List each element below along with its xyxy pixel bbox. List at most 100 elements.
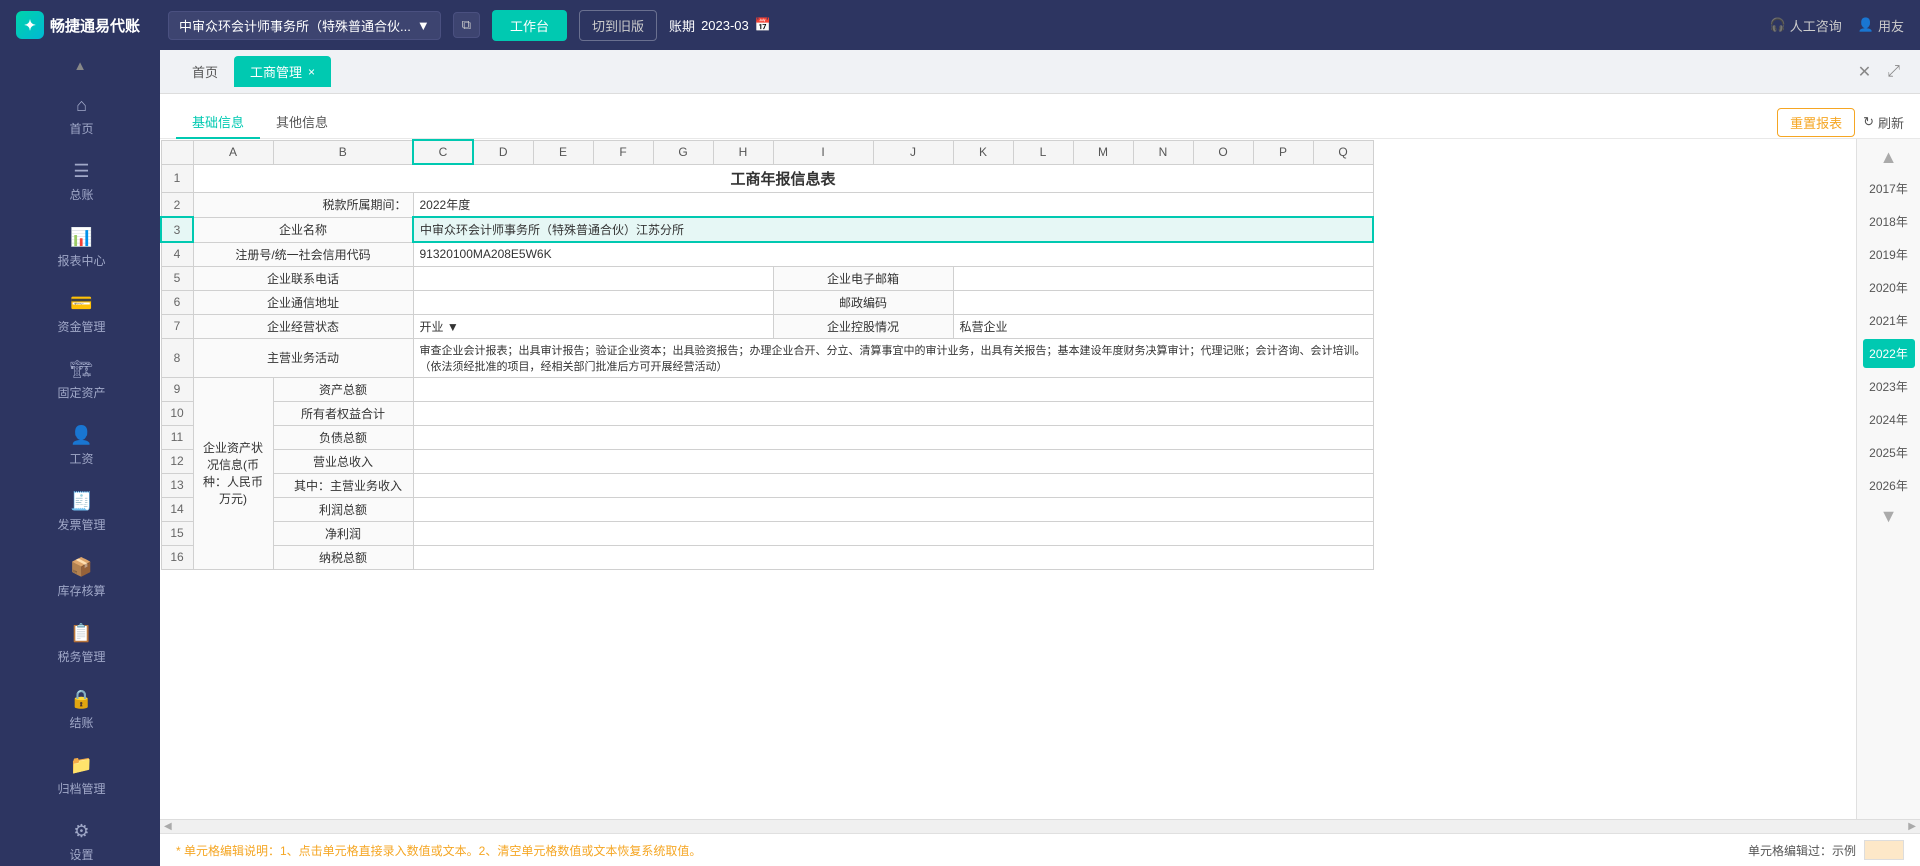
sidebar-item-report[interactable]: 📊 报表中心 — [0, 213, 160, 279]
col-header-D[interactable]: D — [473, 140, 533, 164]
col-header-M[interactable]: M — [1073, 140, 1133, 164]
reset-report-button[interactable]: 重置报表 — [1777, 108, 1855, 137]
col-header-num — [161, 140, 193, 164]
service-button[interactable]: 🎧 人工咨询 — [1770, 16, 1842, 35]
app-logo: ✦ 畅捷通易代账 — [16, 11, 156, 39]
service-label: 人工咨询 — [1790, 16, 1842, 35]
year-item-2022[interactable]: 2022年 — [1863, 339, 1915, 368]
spreadsheet-main[interactable]: A B C D E F G H I J K L — [160, 139, 1856, 819]
col-header-A[interactable]: A — [193, 140, 273, 164]
user-label: 用友 — [1878, 16, 1904, 35]
col-header-N[interactable]: N — [1133, 140, 1193, 164]
year-scroll-up[interactable]: ▲ — [1880, 143, 1898, 172]
topbar: ✦ 畅捷通易代账 中审众环会计师事务所（特殊普通合伙... ▼ ⧉ 工作台 切到… — [0, 0, 1920, 50]
sidebar-item-settings[interactable]: ⚙ 设置 — [0, 807, 160, 866]
period-label: 账期 — [669, 16, 695, 35]
year-scroll-down[interactable]: ▼ — [1880, 502, 1898, 531]
sidebar-item-payroll[interactable]: 👤 工资 — [0, 411, 160, 477]
tab-actions: ✕ ⤢ — [1854, 58, 1904, 86]
table-row: 11 负债总额 — [161, 425, 1373, 449]
content-area: 首页 工商管理 × ✕ ⤢ 基础信息 其他信息 重置报表 — [160, 50, 1920, 866]
col-header-H[interactable]: H — [713, 140, 773, 164]
col-header-G[interactable]: G — [653, 140, 713, 164]
sidebar-item-label: 固定资产 — [57, 384, 105, 401]
col-header-Q[interactable]: Q — [1313, 140, 1373, 164]
year-panel: ▲ 2017年 2018年 2019年 2020年 2021年 2022年 20… — [1856, 139, 1920, 819]
hscroll-bar[interactable]: ◀ ▶ — [160, 819, 1920, 833]
tax-icon: 📋 — [70, 623, 92, 644]
table-row: 9 企业资产状况信息(币种：人民币万元) 资产总额 — [161, 377, 1373, 401]
sidebar-item-home[interactable]: ⌂ 首页 — [0, 81, 160, 147]
year-item-2025[interactable]: 2025年 — [1863, 438, 1915, 467]
old-version-button[interactable]: 切到旧版 — [579, 10, 657, 41]
col-header-I[interactable]: I — [773, 140, 873, 164]
calendar-icon[interactable]: 📅 — [755, 17, 771, 33]
tab-basic-info[interactable]: 基础信息 — [176, 106, 260, 139]
col-header-P[interactable]: P — [1253, 140, 1313, 164]
sidebar-item-invoice[interactable]: 🧾 发票管理 — [0, 477, 160, 543]
period-value: 2023-03 — [701, 18, 749, 33]
sidebar-item-tax[interactable]: 📋 税务管理 — [0, 609, 160, 675]
table-row: 4 注册号/统一社会信用代码 91320100MA208E5W6K — [161, 242, 1373, 266]
sidebar-item-label: 首页 — [69, 120, 93, 137]
chevron-down-icon: ▼ — [417, 18, 430, 33]
sidebar-item-inventory[interactable]: 📦 库存核算 — [0, 543, 160, 609]
year-item-2024[interactable]: 2024年 — [1863, 405, 1915, 434]
subtab-bar: 基础信息 其他信息 重置报表 ↻ 刷新 — [160, 94, 1920, 139]
year-item-2019[interactable]: 2019年 — [1863, 240, 1915, 269]
col-header-C[interactable]: C — [413, 140, 473, 164]
year-item-2021[interactable]: 2021年 — [1863, 306, 1915, 335]
sidebar-item-label: 工资 — [69, 450, 93, 467]
sidebar-item-label: 设置 — [69, 846, 93, 863]
col-header-E[interactable]: E — [533, 140, 593, 164]
sidebar-item-archive[interactable]: 📁 归档管理 — [0, 741, 160, 807]
col-header-F[interactable]: F — [593, 140, 653, 164]
tab-close-icon[interactable]: × — [308, 65, 315, 79]
sidebar-item-label: 结账 — [69, 714, 93, 731]
close-panel-button[interactable]: ✕ — [1854, 58, 1875, 86]
sidebar-item-ledger[interactable]: ☰ 总账 — [0, 147, 160, 213]
payroll-icon: 👤 — [70, 425, 92, 446]
period-display: 账期 2023-03 📅 — [669, 16, 771, 35]
col-header-K[interactable]: K — [953, 140, 1013, 164]
sidebar-item-assets[interactable]: 🏗 固定资产 — [0, 345, 160, 411]
user-menu[interactable]: 👤 用友 — [1858, 16, 1904, 35]
sidebar-item-finance[interactable]: 💳 资金管理 — [0, 279, 160, 345]
tab-other-info[interactable]: 其他信息 — [260, 106, 344, 139]
maximize-button[interactable]: ⤢ — [1883, 59, 1904, 85]
table-row: 1 工商年报信息表 — [161, 164, 1373, 193]
ledger-icon: ☰ — [73, 161, 89, 182]
year-item-2018[interactable]: 2018年 — [1863, 207, 1915, 236]
year-item-2023[interactable]: 2023年 — [1863, 372, 1915, 401]
refresh-icon: ↻ — [1863, 114, 1874, 130]
report-icon: 📊 — [70, 227, 92, 248]
col-header-B[interactable]: B — [273, 140, 413, 164]
table-row: 8 主营业务活动 审查企业会计报表；出具审计报告；验证企业资本；出具验资报告；办… — [161, 338, 1373, 377]
col-header-O[interactable]: O — [1193, 140, 1253, 164]
sidebar-item-label: 库存核算 — [57, 582, 105, 599]
hscroll-left[interactable]: ◀ — [164, 821, 172, 832]
bottombar-hint: * 单元格编辑说明：1、点击单元格直接录入数值或文本。2、清空单元格数值或文本恢… — [176, 842, 701, 859]
year-item-2020[interactable]: 2020年 — [1863, 273, 1915, 302]
assets-icon: 🏗 — [70, 359, 93, 380]
workbench-button[interactable]: 工作台 — [492, 10, 567, 41]
tab-home[interactable]: 首页 — [176, 56, 234, 87]
sidebar-scroll-up[interactable]: ▲ — [0, 50, 160, 81]
sidebar-item-label: 资金管理 — [57, 318, 105, 335]
sidebar: ▲ ⌂ 首页 ☰ 总账 📊 报表中心 💳 资金管理 🏗 固定资产 👤 工资 🧾 … — [0, 50, 160, 866]
app-name: 畅捷通易代账 — [50, 15, 140, 36]
hscroll-right[interactable]: ▶ — [1908, 821, 1916, 832]
table-row: 15 净利润 — [161, 521, 1373, 545]
year-item-2026[interactable]: 2026年 — [1863, 471, 1915, 500]
logo-icon: ✦ — [16, 11, 44, 39]
col-header-L[interactable]: L — [1013, 140, 1073, 164]
sheet-title[interactable]: 工商年报信息表 — [193, 164, 1373, 193]
closing-icon: 🔒 — [70, 689, 92, 710]
year-item-2017[interactable]: 2017年 — [1863, 174, 1915, 203]
col-header-J[interactable]: J — [873, 140, 953, 164]
sidebar-item-closing[interactable]: 🔒 结账 — [0, 675, 160, 741]
refresh-button[interactable]: ↻ 刷新 — [1863, 113, 1904, 132]
company-selector[interactable]: 中审众环会计师事务所（特殊普通合伙... ▼ — [168, 11, 441, 40]
copy-button[interactable]: ⧉ — [453, 12, 480, 38]
tab-gongshang[interactable]: 工商管理 × — [234, 56, 331, 87]
